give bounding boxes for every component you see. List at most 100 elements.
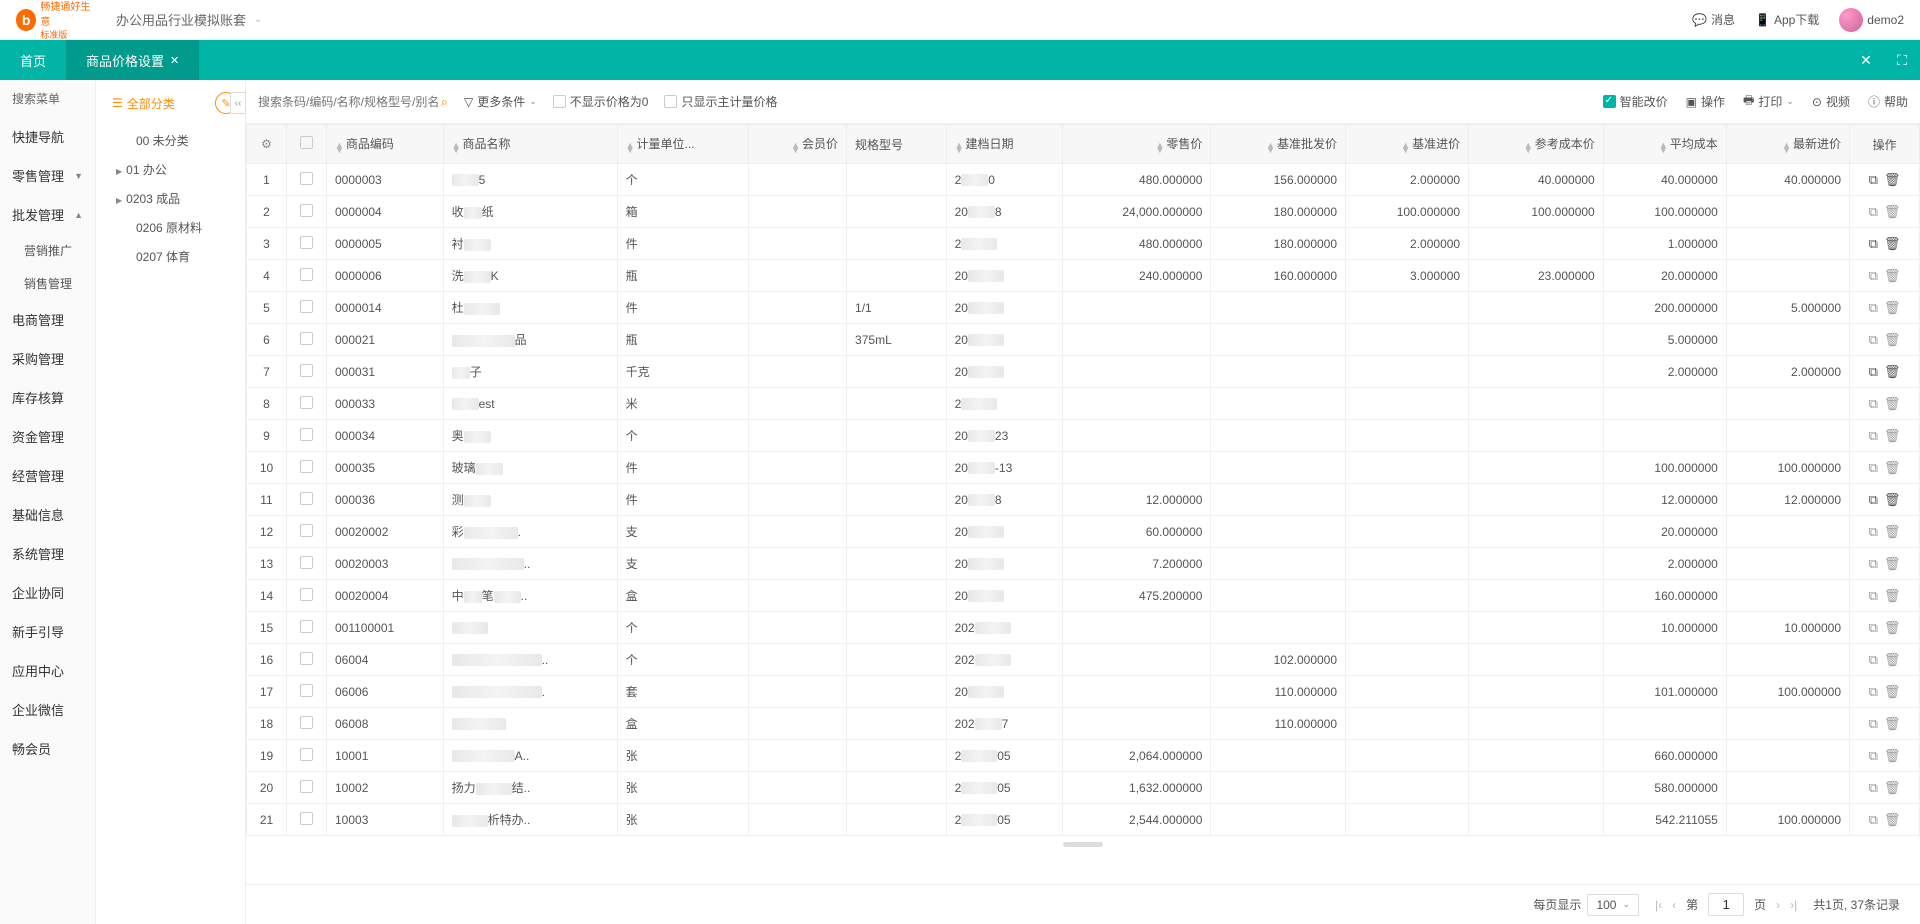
- cell-check[interactable]: [287, 516, 327, 548]
- cell-check[interactable]: [287, 388, 327, 420]
- col-latest[interactable]: ▲▼最新进价: [1726, 125, 1849, 164]
- copy-icon[interactable]: ⧉: [1869, 364, 1878, 380]
- table-row[interactable]: 8000033est米2⧉🗑: [247, 388, 1920, 420]
- sidebar-item[interactable]: 新手引导: [0, 612, 95, 651]
- cell-check[interactable]: [287, 228, 327, 260]
- table-row[interactable]: 15001100001个20210.00000010.000000⧉🗑: [247, 612, 1920, 644]
- delete-icon[interactable]: 🗑: [1884, 620, 1901, 636]
- cell-check[interactable]: [287, 676, 327, 708]
- copy-icon[interactable]: ⧉: [1869, 492, 1878, 508]
- table-row[interactable]: 50000014杜件1/120200.0000005.000000⧉🗑: [247, 292, 1920, 324]
- copy-icon[interactable]: ⧉: [1869, 332, 1878, 348]
- col-spec[interactable]: 规格型号: [847, 125, 947, 164]
- table-row[interactable]: 6000021品瓶375mL205.000000⧉🗑: [247, 324, 1920, 356]
- table-row[interactable]: 40000006洗K瓶20240.000000160.0000003.00000…: [247, 260, 1920, 292]
- user-menu[interactable]: demo2: [1839, 8, 1904, 32]
- delete-icon[interactable]: 🗑: [1884, 172, 1901, 188]
- cell-check[interactable]: [287, 452, 327, 484]
- operate-button[interactable]: ▣ 操作: [1686, 93, 1725, 110]
- video-button[interactable]: ⊙ 视频: [1812, 93, 1850, 110]
- sidebar-sub-item[interactable]: 营销推广: [0, 234, 95, 267]
- table-row[interactable]: 9000034奥个2023⧉🗑: [247, 420, 1920, 452]
- copy-icon[interactable]: ⧉: [1869, 204, 1878, 220]
- sidebar-item[interactable]: 系统管理: [0, 534, 95, 573]
- delete-icon[interactable]: 🗑: [1884, 236, 1901, 252]
- copy-icon[interactable]: ⧉: [1869, 460, 1878, 476]
- delete-icon[interactable]: 🗑: [1884, 652, 1901, 668]
- delete-icon[interactable]: 🗑: [1884, 460, 1901, 476]
- delete-icon[interactable]: 🗑: [1884, 268, 1901, 284]
- category-item[interactable]: 00 未分类: [104, 126, 237, 155]
- cell-check[interactable]: [287, 580, 327, 612]
- col-avg[interactable]: ▲▼平均成本: [1603, 125, 1726, 164]
- sidebar-item[interactable]: 批发管理▲: [0, 195, 95, 234]
- table-row[interactable]: 1300020003..支207.2000002.000000⧉🗑: [247, 548, 1920, 580]
- copy-icon[interactable]: ⧉: [1869, 300, 1878, 316]
- copy-icon[interactable]: ⧉: [1869, 684, 1878, 700]
- sidebar-item[interactable]: 畅会员: [0, 729, 95, 768]
- cell-check[interactable]: [287, 548, 327, 580]
- search-input[interactable]: [258, 95, 441, 109]
- table-row[interactable]: 11000036测件20812.00000012.00000012.000000…: [247, 484, 1920, 516]
- category-item[interactable]: ▶01 办公: [104, 155, 237, 184]
- pager-next[interactable]: ›: [1776, 898, 1780, 912]
- delete-icon[interactable]: 🗑: [1884, 780, 1901, 796]
- search-icon[interactable]: ⌕: [441, 94, 448, 110]
- copy-icon[interactable]: ⧉: [1869, 780, 1878, 796]
- cell-check[interactable]: [287, 772, 327, 804]
- delete-icon[interactable]: 🗑: [1884, 492, 1901, 508]
- delete-icon[interactable]: 🗑: [1884, 396, 1901, 412]
- col-cost[interactable]: ▲▼基准进价: [1346, 125, 1469, 164]
- col-check[interactable]: [287, 125, 327, 164]
- delete-icon[interactable]: 🗑: [1884, 364, 1901, 380]
- delete-icon[interactable]: 🗑: [1884, 332, 1901, 348]
- col-vip[interactable]: ▲▼会员价: [749, 125, 847, 164]
- pager-prev[interactable]: ‹: [1672, 898, 1676, 912]
- hide-zero-checkbox[interactable]: 不显示价格为0: [553, 93, 649, 110]
- delete-icon[interactable]: 🗑: [1884, 428, 1901, 444]
- cell-check[interactable]: [287, 708, 327, 740]
- table-row[interactable]: 100000035个20480.000000156.0000002.000000…: [247, 164, 1920, 196]
- table-row[interactable]: 1706006.套20110.000000101.000000100.00000…: [247, 676, 1920, 708]
- col-date[interactable]: ▲▼建档日期: [946, 125, 1062, 164]
- help-button[interactable]: ⓘ 帮助: [1868, 93, 1908, 110]
- sidebar-item[interactable]: 企业微信: [0, 690, 95, 729]
- delete-icon[interactable]: 🗑: [1884, 204, 1901, 220]
- sidebar-search[interactable]: 搜索菜单: [0, 80, 95, 117]
- cell-check[interactable]: [287, 196, 327, 228]
- copy-icon[interactable]: ⧉: [1869, 172, 1878, 188]
- cell-check[interactable]: [287, 164, 327, 196]
- table-row[interactable]: 1606004..个202102.000000⧉🗑: [247, 644, 1920, 676]
- copy-icon[interactable]: ⧉: [1869, 620, 1878, 636]
- cell-check[interactable]: [287, 612, 327, 644]
- copy-icon[interactable]: ⧉: [1869, 652, 1878, 668]
- delete-icon[interactable]: 🗑: [1884, 748, 1901, 764]
- col-code[interactable]: ▲▼商品编码: [327, 125, 444, 164]
- table-row[interactable]: 1200020002彩.支2060.00000020.000000⧉🗑: [247, 516, 1920, 548]
- sidebar-item[interactable]: 快捷导航: [0, 117, 95, 156]
- close-icon[interactable]: ✕: [170, 54, 179, 67]
- delete-icon[interactable]: 🗑: [1884, 684, 1901, 700]
- messages-button[interactable]: 💬 消息: [1692, 11, 1735, 28]
- table-row[interactable]: 20000004收纸箱20824,000.000000180.000000100…: [247, 196, 1920, 228]
- tab-home[interactable]: 首页: [0, 40, 66, 80]
- table-row[interactable]: 1400020004中笔..盒20475.200000160.000000⧉🗑: [247, 580, 1920, 612]
- table-row[interactable]: 10000035玻璃件20-13100.000000100.000000⧉🗑: [247, 452, 1920, 484]
- delete-icon[interactable]: 🗑: [1884, 716, 1901, 732]
- copy-icon[interactable]: ⧉: [1869, 396, 1878, 412]
- cell-check[interactable]: [287, 260, 327, 292]
- table-row[interactable]: 2110003析特办..张2052,544.000000542.21105510…: [247, 804, 1920, 836]
- category-item[interactable]: 0207 体育: [104, 242, 237, 271]
- category-item[interactable]: 0206 原材料: [104, 213, 237, 242]
- sidebar-item[interactable]: 基础信息: [0, 495, 95, 534]
- collapse-handle[interactable]: ‹‹: [230, 92, 246, 114]
- copy-icon[interactable]: ⧉: [1869, 588, 1878, 604]
- resize-handle[interactable]: [1063, 842, 1103, 847]
- sidebar-item[interactable]: 企业协同: [0, 573, 95, 612]
- sidebar-item[interactable]: 库存核算: [0, 378, 95, 417]
- table-row[interactable]: 30000005衬件2480.000000180.0000002.0000001…: [247, 228, 1920, 260]
- pager-last[interactable]: ›|: [1790, 898, 1797, 912]
- cell-check[interactable]: [287, 324, 327, 356]
- tab-price-settings[interactable]: 商品价格设置 ✕: [66, 40, 199, 80]
- sidebar-item[interactable]: 零售管理▼: [0, 156, 95, 195]
